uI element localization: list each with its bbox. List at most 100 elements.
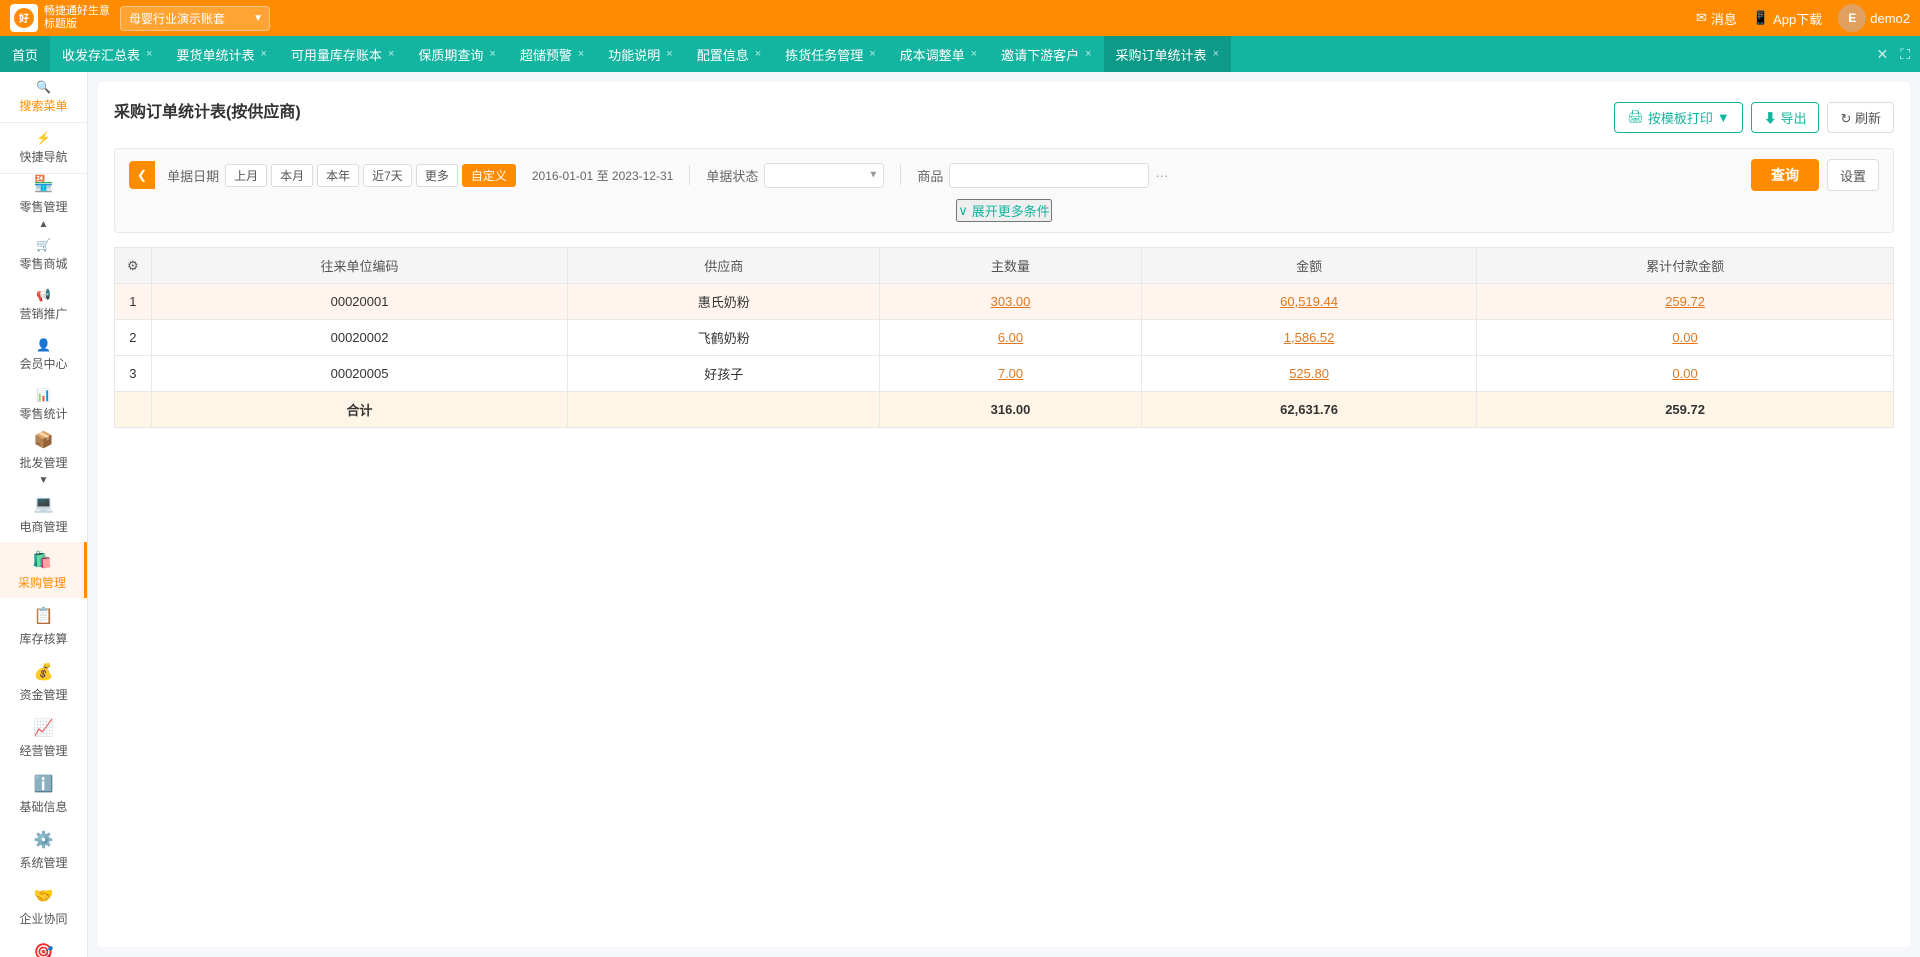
- sidebar-item-operations[interactable]: 📈 经营管理: [0, 710, 87, 766]
- sidebar-item-retail-stats[interactable]: 📊 零售统计: [0, 380, 87, 430]
- col-paid: 累计付款金额: [1477, 248, 1894, 284]
- tab-close-overstock[interactable]: ×: [578, 48, 584, 60]
- phone-icon: 📱: [1753, 10, 1769, 26]
- refresh-btn[interactable]: ↻ 刷新: [1827, 102, 1894, 133]
- tab-receive-summary[interactable]: 收发存汇总表 ×: [50, 36, 164, 72]
- cell-supplier-1: 惠氏奶粉: [568, 284, 880, 320]
- table-header: ⚙ 往来单位编码 供应商 主数量 金额 累计付款金额: [115, 248, 1894, 284]
- cell-supplier-3: 好孩子: [568, 356, 880, 392]
- tab-close-pick[interactable]: ×: [869, 48, 875, 60]
- summary-quantity: 316.00: [880, 392, 1142, 428]
- svg-text:好: 好: [18, 12, 29, 25]
- tab-cost-adjust[interactable]: 成本调整单 ×: [888, 36, 989, 72]
- basic-info-icon: ℹ️: [34, 774, 54, 794]
- date-btn-custom[interactable]: 自定义: [462, 164, 516, 187]
- settings-btn[interactable]: 设置: [1827, 159, 1879, 191]
- app-download-btn[interactable]: 📱 App下载: [1753, 9, 1822, 28]
- date-btn-this-month[interactable]: 本月: [271, 164, 313, 187]
- chevron-down-icon: ▲: [39, 219, 49, 230]
- tab-close-cost[interactable]: ×: [971, 48, 977, 60]
- enterprise-icon: 🤝: [34, 886, 54, 906]
- tab-close-config[interactable]: ×: [755, 48, 761, 60]
- date-btn-more[interactable]: 更多: [416, 164, 458, 187]
- cell-code-2: 00020002: [151, 320, 568, 356]
- tab-order-stats[interactable]: 要货单统计表 ×: [164, 36, 278, 72]
- tab-close-expiry[interactable]: ×: [489, 48, 495, 60]
- filter-date-item: 单据日期 上月 本月 本年 近7天 更多 自定义: [167, 164, 516, 187]
- export-btn[interactable]: ⬇ 导出: [1751, 102, 1820, 133]
- top-bar: 好 畅捷通好生意 标题版 母婴行业演示账套 ✉ 消息 📱 App下载 E dem…: [0, 0, 1920, 36]
- tab-close-purchase[interactable]: ×: [1213, 48, 1219, 60]
- tab-inventory-book[interactable]: 可用量库存账本 ×: [279, 36, 406, 72]
- col-settings: ⚙: [115, 248, 152, 284]
- tab-close-order[interactable]: ×: [260, 48, 266, 60]
- row-index-1: 1: [115, 284, 152, 320]
- tab-config-info[interactable]: 配置信息 ×: [685, 36, 773, 72]
- date-btn-this-year[interactable]: 本年: [317, 164, 359, 187]
- sidebar-item-retail-mgmt[interactable]: 🏪 零售管理 ▲: [0, 174, 87, 230]
- sidebar-item-retail-shop[interactable]: 🛒 零售商城: [0, 230, 87, 280]
- sidebar-item-wholesale[interactable]: 📦 批发管理 ▼: [0, 430, 87, 486]
- sidebar-item-enterprise[interactable]: 🤝 企业协同: [0, 878, 87, 934]
- tab-expiry-query[interactable]: 保质期查询 ×: [406, 36, 507, 72]
- sidebar-search[interactable]: 🔍 搜索菜单: [0, 72, 87, 123]
- query-actions: 查询 设置: [1751, 159, 1879, 191]
- print-btn[interactable]: 🖨 按模板打印 ▼: [1614, 102, 1742, 133]
- inventory-icon: 📋: [34, 606, 54, 626]
- cell-quantity-2: 6.00: [880, 320, 1142, 356]
- status-select[interactable]: [764, 163, 884, 188]
- date-btn-last-month[interactable]: 上月: [225, 164, 267, 187]
- nav-close-btn[interactable]: ✕: [1872, 42, 1892, 67]
- message-btn[interactable]: ✉ 消息: [1696, 9, 1737, 28]
- tab-close-feature[interactable]: ×: [666, 48, 672, 60]
- avatar-image: E: [1838, 4, 1866, 32]
- status-select-wrapper: [764, 163, 884, 188]
- page-title: 采购订单统计表(按供应商): [114, 98, 301, 122]
- logo-area: 好 畅捷通好生意 标题版: [10, 4, 110, 32]
- tab-invite-downstream[interactable]: 邀请下游客户 ×: [989, 36, 1103, 72]
- date-btn-7days[interactable]: 近7天: [363, 164, 412, 187]
- nav-window-controls: ✕ ⛶: [1872, 42, 1920, 67]
- expand-icon: ∨: [958, 203, 968, 219]
- tab-close-invite[interactable]: ×: [1085, 48, 1091, 60]
- cell-quantity-1: 303.00: [880, 284, 1142, 320]
- wholesale-icon: 📦: [34, 430, 54, 450]
- tab-overstock[interactable]: 超储预警 ×: [508, 36, 596, 72]
- tab-home[interactable]: 首页: [0, 36, 50, 72]
- sidebar-item-inventory[interactable]: 📋 库存核算: [0, 598, 87, 654]
- query-btn[interactable]: 查询: [1751, 159, 1819, 191]
- cell-code-1: 00020001: [151, 284, 568, 320]
- summary-amount: 62,631.76: [1142, 392, 1477, 428]
- nav-maximize-btn[interactable]: ⛶: [1896, 42, 1914, 67]
- tab-pick-task[interactable]: 拣货任务管理 ×: [773, 36, 887, 72]
- filter-toggle-btn[interactable]: ❮: [129, 161, 155, 189]
- sidebar-item-basic-info[interactable]: ℹ️ 基础信息: [0, 766, 87, 822]
- sidebar-item-member[interactable]: 👤 会员中心: [0, 330, 87, 380]
- retail-mgmt-icon: 🏪: [34, 174, 54, 194]
- sidebar-item-system[interactable]: ⚙️ 系统管理: [0, 822, 87, 878]
- filter-status-item: 单据状态: [706, 163, 884, 188]
- sidebar-item-marketing[interactable]: 📢 营销推广: [0, 280, 87, 330]
- tab-close-inventory[interactable]: ×: [388, 48, 394, 60]
- chevron-down-icon2: ▼: [39, 475, 49, 486]
- top-right-area: ✉ 消息 📱 App下载 E demo2: [1696, 4, 1910, 32]
- sidebar-item-purchase[interactable]: 🛍️ 采购管理: [0, 542, 87, 598]
- export-icon: ⬇: [1764, 111, 1777, 126]
- cell-paid-3: 0.00: [1477, 356, 1894, 392]
- table-footer: 合计 316.00 62,631.76 259.72: [115, 392, 1894, 428]
- tab-purchase-stats[interactable]: 采购订单统计表 ×: [1104, 36, 1231, 72]
- user-avatar[interactable]: E demo2: [1838, 4, 1910, 32]
- sidebar-item-ecommerce[interactable]: 💻 电商管理: [0, 486, 87, 542]
- tab-feature-desc[interactable]: 功能说明 ×: [596, 36, 684, 72]
- sidebar-item-finance[interactable]: 💰 资金管理: [0, 654, 87, 710]
- sidebar-quick-nav[interactable]: ⚡ 快捷导航: [0, 123, 87, 174]
- marketing-icon: 📢: [36, 288, 51, 302]
- cell-code-3: 00020005: [151, 356, 568, 392]
- sidebar-item-newbie[interactable]: 🎯 新手引导: [0, 934, 87, 957]
- tab-close-receive[interactable]: ×: [146, 48, 152, 60]
- goods-more-icon[interactable]: ···: [1155, 168, 1168, 183]
- workspace-selector[interactable]: 母婴行业演示账套: [120, 6, 270, 31]
- goods-input[interactable]: [949, 163, 1149, 188]
- expand-more-btn[interactable]: ∨ 展开更多条件: [956, 199, 1052, 222]
- table-row: 3 00020005 好孩子 7.00 525.80 0.00: [115, 356, 1894, 392]
